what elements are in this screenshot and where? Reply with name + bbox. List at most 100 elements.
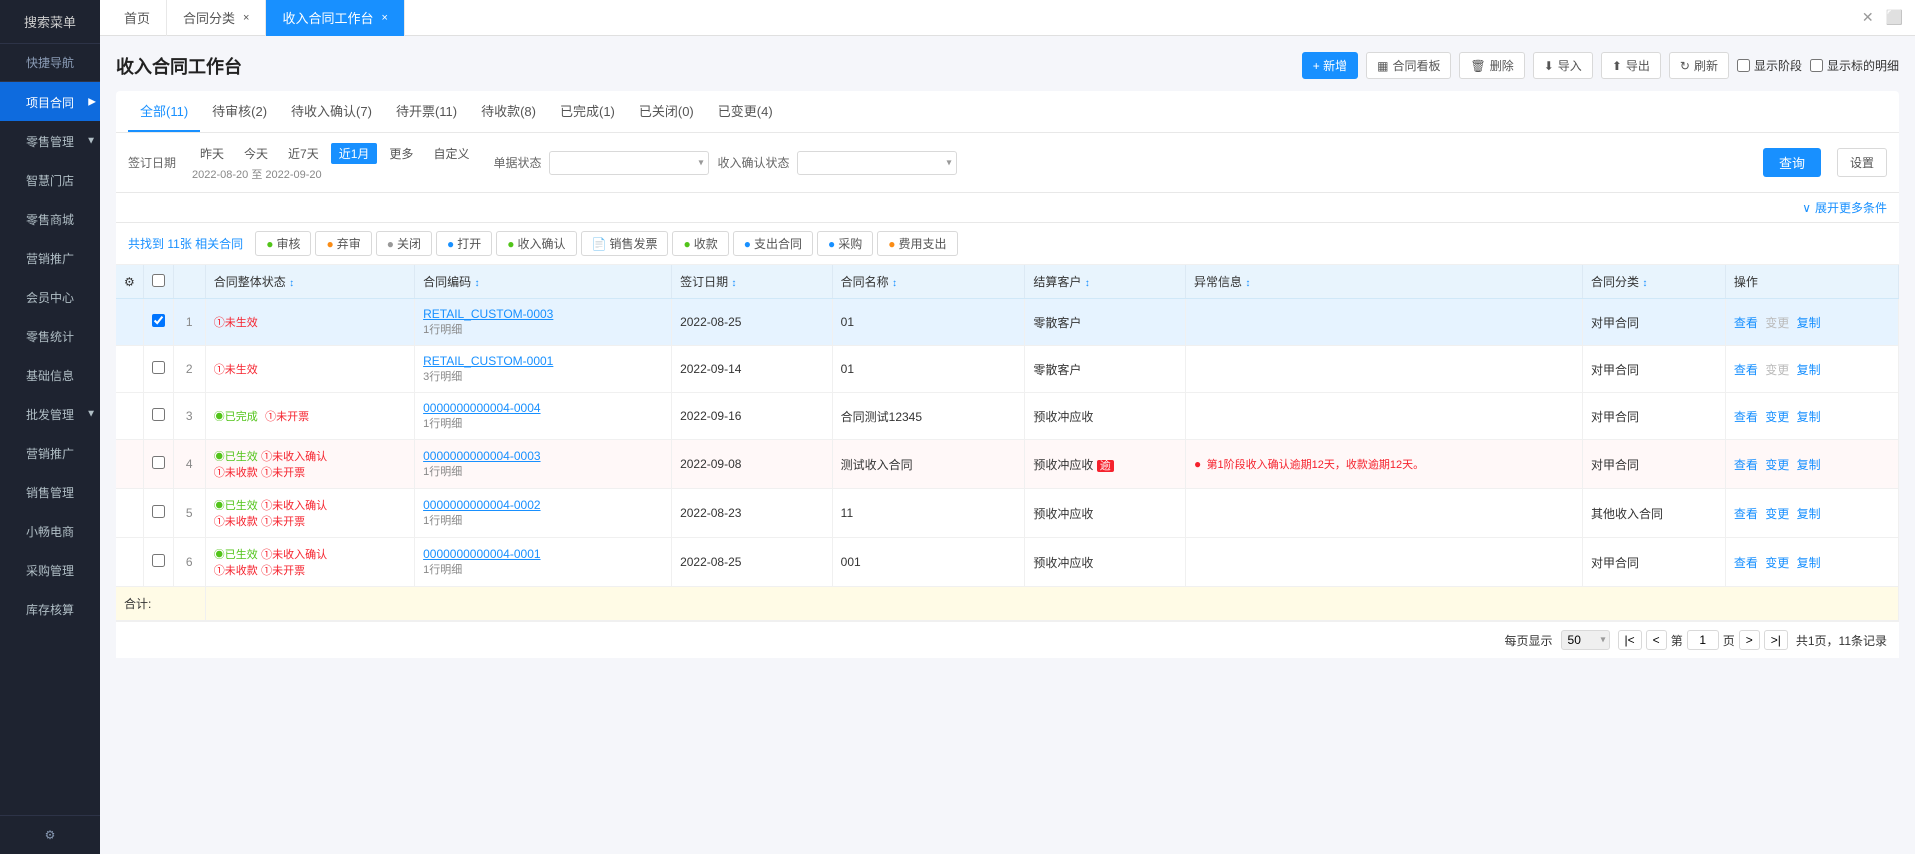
sidebar-item-member[interactable]: 会员中心 — [0, 277, 100, 316]
sidebar-item-wholesale[interactable]: 批发管理 ▼ — [0, 394, 100, 433]
filter-tab-closed[interactable]: 已关闭(0) — [627, 91, 706, 132]
expense-button[interactable]: ● 费用支出 — [877, 231, 957, 256]
open-button[interactable]: ● 打开 — [436, 231, 492, 256]
income-confirm-button[interactable]: ● 收入确认 — [496, 231, 576, 256]
tab-close-contract-category[interactable]: × — [243, 12, 249, 24]
filter-tab-pending-payment[interactable]: 待收款(8) — [469, 91, 548, 132]
filter-tab-changed[interactable]: 已变更(4) — [706, 91, 785, 132]
doc-status-select[interactable] — [549, 151, 709, 175]
select-all-checkbox[interactable] — [152, 274, 165, 287]
sidebar-item-retail-mgmt[interactable]: 零售管理 ▼ — [0, 121, 100, 160]
row3-code-link[interactable]: 0000000000004-0004 — [423, 401, 540, 415]
export-button[interactable]: ⬆ 导出 — [1601, 52, 1661, 79]
sidebar-item-basic-info[interactable]: 基础信息 — [0, 355, 100, 394]
sidebar-item-retail-shop[interactable]: 零售商城 — [0, 199, 100, 238]
tab-close-income-contract[interactable]: × — [381, 12, 387, 24]
row2-settings[interactable] — [116, 346, 143, 393]
tab-home[interactable]: 首页 — [108, 0, 167, 36]
delete-button[interactable]: 🗑 删除 — [1459, 52, 1524, 79]
review-button[interactable]: ● 审核 — [255, 231, 311, 256]
page-size-select[interactable]: 50 20 100 — [1561, 630, 1610, 650]
filter-tab-all[interactable]: 全部(11) — [128, 91, 200, 132]
th-status[interactable]: 合同整体状态 ↕ — [205, 265, 414, 299]
th-name[interactable]: 合同名称 ↕ — [832, 265, 1025, 299]
sidebar-item-inventory[interactable]: 库存核算 — [0, 589, 100, 628]
payment-button[interactable]: ● 收款 — [672, 231, 728, 256]
sidebar-item-project[interactable]: 项目合同 ▶ — [0, 82, 100, 121]
date-opt-more[interactable]: 更多 — [381, 143, 421, 164]
th-settings[interactable]: ⚙ — [116, 265, 143, 299]
row2-change-link[interactable]: 变更 — [1765, 363, 1789, 377]
row2-view-link[interactable]: 查看 — [1734, 363, 1758, 377]
last-page-button[interactable]: >| — [1764, 630, 1788, 650]
board-button[interactable]: ▦ 合同看板 — [1366, 52, 1451, 79]
import-button[interactable]: ⬇ 导入 — [1533, 52, 1593, 79]
filter-tab-pending-income-confirm[interactable]: 待收入确认(7) — [279, 91, 384, 132]
window-close-button[interactable]: ✕ — [1854, 9, 1882, 26]
row1-settings[interactable] — [116, 299, 143, 346]
show-detail-checkbox[interactable]: 显示标的明细 — [1810, 57, 1899, 74]
th-type[interactable]: 合同分类 ↕ — [1582, 265, 1725, 299]
row6-copy-link[interactable]: 复制 — [1797, 556, 1821, 570]
row4-view-link[interactable]: 查看 — [1734, 458, 1758, 472]
row1-change-link[interactable]: 变更 — [1765, 316, 1789, 330]
row3-settings[interactable] — [116, 393, 143, 440]
row6-change-link[interactable]: 变更 — [1765, 556, 1789, 570]
date-opt-yesterday[interactable]: 昨天 — [192, 143, 232, 164]
sidebar-item-smart-store[interactable]: 智慧门店 — [0, 160, 100, 199]
row4-code-link[interactable]: 0000000000004-0003 — [423, 449, 540, 463]
row3-copy-link[interactable]: 复制 — [1797, 410, 1821, 424]
window-maximize-button[interactable]: ⬜ — [1882, 9, 1907, 26]
add-button[interactable]: + 新增 — [1302, 52, 1358, 79]
row6-code-link[interactable]: 0000000000004-0001 — [423, 547, 540, 561]
row4-checkbox[interactable] — [143, 440, 173, 489]
sidebar-quick-nav[interactable]: 快捷导航 — [0, 44, 100, 82]
sidebar-item-sales-mgmt[interactable]: 销售管理 — [0, 472, 100, 511]
row3-checkbox[interactable] — [143, 393, 173, 440]
row4-change-link[interactable]: 变更 — [1765, 458, 1789, 472]
date-opt-last1month[interactable]: 近1月 — [331, 143, 378, 164]
row1-checkbox[interactable] — [143, 299, 173, 346]
income-confirm-select[interactable] — [797, 151, 957, 175]
expense-contract-button[interactable]: ● 支出合同 — [733, 231, 813, 256]
query-button[interactable]: 查询 — [1763, 148, 1821, 177]
first-page-button[interactable]: |< — [1618, 630, 1642, 650]
row5-copy-link[interactable]: 复制 — [1797, 507, 1821, 521]
row3-view-link[interactable]: 查看 — [1734, 410, 1758, 424]
th-customer[interactable]: 结算客户 ↕ — [1025, 265, 1186, 299]
date-opt-today[interactable]: 今天 — [236, 143, 276, 164]
row3-change-link[interactable]: 变更 — [1765, 410, 1789, 424]
th-code[interactable]: 合同编码 ↕ — [415, 265, 672, 299]
row2-copy-link[interactable]: 复制 — [1797, 363, 1821, 377]
row5-change-link[interactable]: 变更 — [1765, 507, 1789, 521]
prev-page-button[interactable]: < — [1646, 630, 1667, 650]
row6-view-link[interactable]: 查看 — [1734, 556, 1758, 570]
abandon-button[interactable]: ● 弃审 — [315, 231, 371, 256]
show-stage-checkbox[interactable]: 显示阶段 — [1737, 57, 1802, 74]
row1-code-link[interactable]: RETAIL_CUSTOM-0003 — [423, 307, 553, 321]
row5-checkbox[interactable] — [143, 489, 173, 538]
filter-settings-button[interactable]: 设置 — [1837, 148, 1887, 177]
refresh-button[interactable]: ↻ 刷新 — [1669, 52, 1729, 79]
row5-view-link[interactable]: 查看 — [1734, 507, 1758, 521]
date-opt-custom[interactable]: 自定义 — [425, 143, 477, 164]
row1-view-link[interactable]: 查看 — [1734, 316, 1758, 330]
row1-copy-link[interactable]: 复制 — [1797, 316, 1821, 330]
sidebar-item-marketing[interactable]: 营销推广 — [0, 238, 100, 277]
sidebar-item-xiaochang[interactable]: 小畅电商 — [0, 511, 100, 550]
row4-settings[interactable] — [116, 440, 143, 489]
sidebar-item-marketing2[interactable]: 营销推广 — [0, 433, 100, 472]
row4-copy-link[interactable]: 复制 — [1797, 458, 1821, 472]
settings-icon[interactable]: ⚙ — [0, 815, 100, 854]
row2-checkbox[interactable] — [143, 346, 173, 393]
tab-contract-category[interactable]: 合同分类 × — [167, 0, 266, 36]
row5-settings[interactable] — [116, 489, 143, 538]
row6-settings[interactable] — [116, 538, 143, 587]
row6-checkbox[interactable] — [143, 538, 173, 587]
sidebar-item-purchase[interactable]: 采购管理 — [0, 550, 100, 589]
th-date[interactable]: 签订日期 ↕ — [672, 265, 833, 299]
page-input[interactable] — [1687, 630, 1719, 650]
filter-tab-pending-review[interactable]: 待审核(2) — [200, 91, 279, 132]
row2-code-link[interactable]: RETAIL_CUSTOM-0001 — [423, 354, 553, 368]
sidebar-search[interactable]: 搜索菜单 — [0, 0, 100, 44]
